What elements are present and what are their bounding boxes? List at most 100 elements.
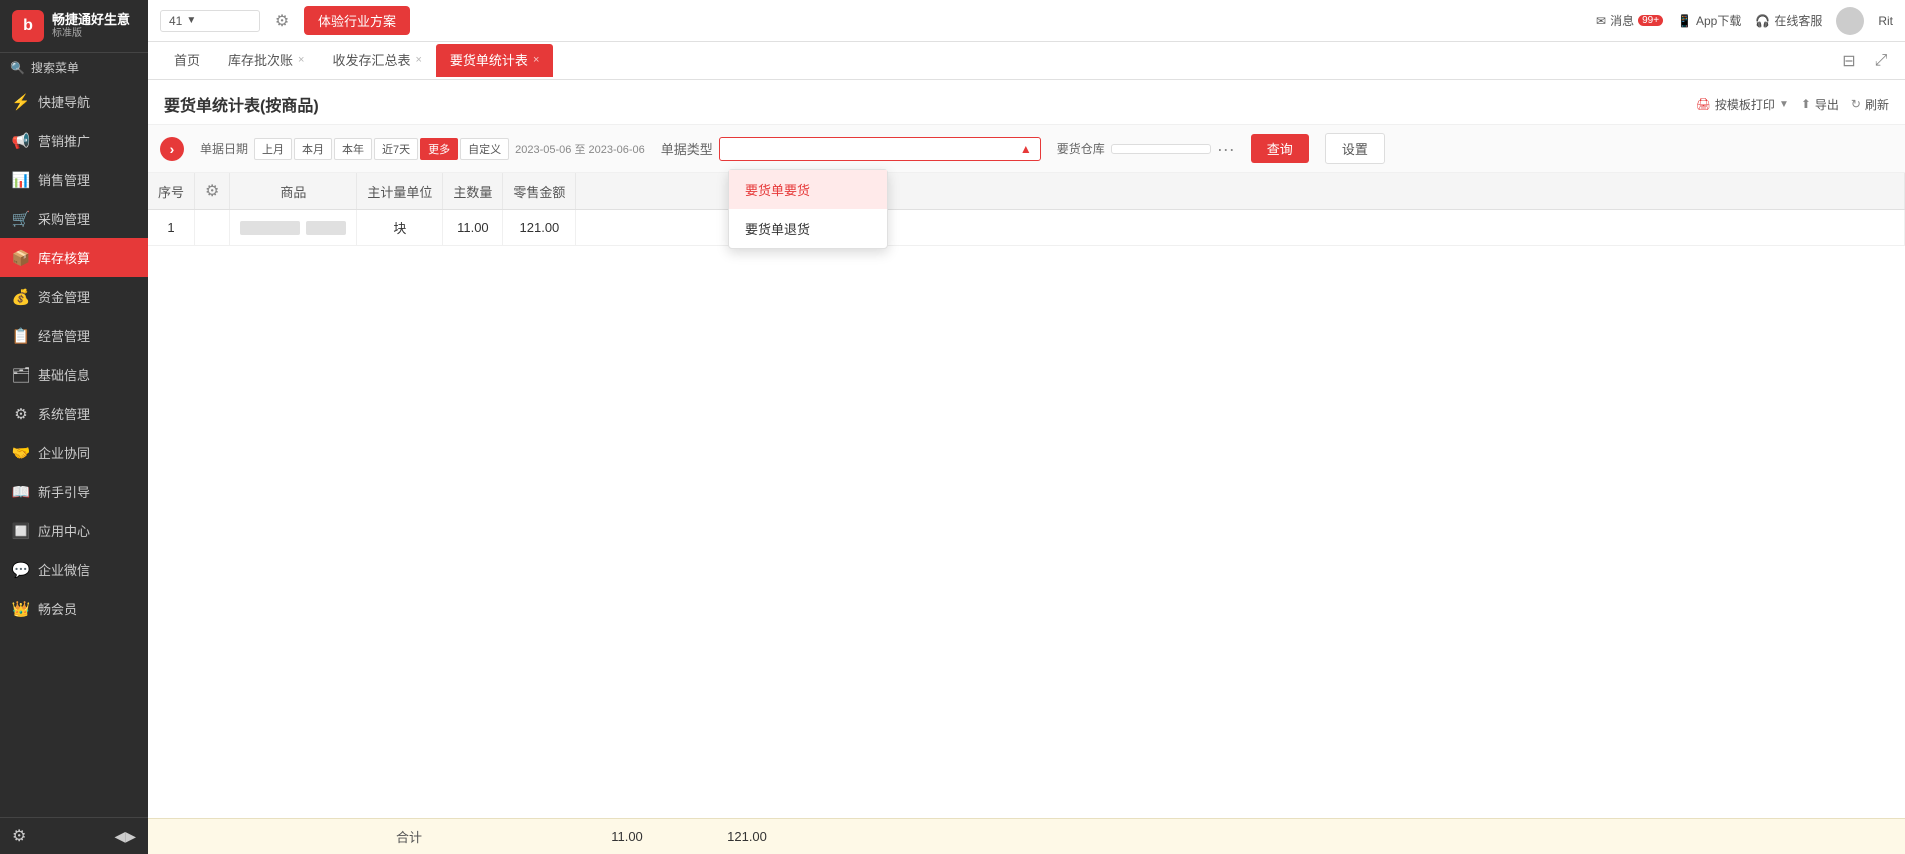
tab-order-stats[interactable]: 要货单统计表 ×: [436, 44, 553, 77]
dropdown-item-order-goods-label: 要货单要货: [745, 183, 810, 198]
more-filters-button[interactable]: ···: [1217, 140, 1235, 158]
cell-row-num: 1: [148, 210, 195, 246]
sidebar-item-label: 营销推广: [38, 131, 90, 150]
sidebar-item-quick-nav[interactable]: ⚡ 快捷导航: [0, 82, 148, 121]
template-print-button[interactable]: 🖨 按模板打印 ▼: [1696, 96, 1789, 113]
tab-receive-summary-close[interactable]: ×: [415, 54, 421, 66]
sidebar-item-operations[interactable]: 📋 经营管理: [0, 316, 148, 355]
sidebar-item-finance[interactable]: 💰 资金管理: [0, 277, 148, 316]
tabs-bar: 首页 库存批次账 × 收发存汇总表 × 要货单统计表 × ⊟ ⤢: [148, 42, 1905, 80]
page-header-actions: 🖨 按模板打印 ▼ ⬆ 导出 ↻ 刷新: [1696, 96, 1889, 113]
user-name-text: Rit: [1878, 14, 1893, 28]
topbar-right: ✉ 消息 99+ 📱 App下载 🎧 在线客服 Rit: [1596, 7, 1893, 35]
topbar-gear-button[interactable]: ⚙: [268, 7, 296, 35]
settings-button[interactable]: 设置: [1325, 133, 1385, 164]
enterprise-icon: 🤝: [12, 444, 30, 462]
message-icon: ✉: [1596, 14, 1606, 28]
app-center-icon: 🔲: [12, 522, 30, 540]
refresh-button[interactable]: ↻ 刷新: [1851, 96, 1889, 113]
sidebar-item-purchase[interactable]: 🛒 采购管理: [0, 199, 148, 238]
tab-inventory-batch[interactable]: 库存批次账 ×: [214, 44, 318, 77]
query-button[interactable]: 查询: [1251, 134, 1309, 163]
sidebar-item-guide[interactable]: 📖 新手引导: [0, 472, 148, 511]
date-btn-more[interactable]: 更多: [420, 138, 458, 160]
table-row: 1 块 11.00 121.00: [148, 210, 1905, 246]
quick-nav-icon: ⚡: [12, 93, 30, 111]
main-area: 41 ▼ ⚙ 体验行业方案 ✉ 消息 99+ 📱 App下载 🎧 在线客服 Ri…: [148, 0, 1905, 854]
tab-home[interactable]: 首页: [160, 44, 214, 77]
date-buttons: 上月 本月 本年 近7天 更多 自定义: [254, 138, 509, 160]
user-avatar[interactable]: [1836, 7, 1864, 35]
date-btn-up[interactable]: 上月: [254, 138, 292, 160]
filter-date-group: 单据日期 上月 本月 本年 近7天 更多 自定义 2023-05-06 至 20…: [200, 138, 645, 160]
dropdown-item-order-goods[interactable]: 要货单要货: [729, 170, 887, 209]
type-select-arrow: ▲: [1020, 142, 1032, 156]
sidebar-item-label: 企业协同: [38, 443, 90, 462]
sidebar-item-label: 资金管理: [38, 287, 90, 306]
messages-badge: 99+: [1638, 15, 1663, 26]
tab-inventory-batch-label: 库存批次账: [228, 50, 293, 69]
date-btn-custom[interactable]: 自定义: [460, 138, 509, 160]
sidebar-item-app-center[interactable]: 🔲 应用中心: [0, 511, 148, 550]
sidebar-item-member[interactable]: 👑 畅会员: [0, 589, 148, 628]
store-number: 41: [169, 14, 182, 28]
online-service-button[interactable]: 🎧 在线客服: [1755, 12, 1822, 29]
sidebar-item-label: 应用中心: [38, 521, 90, 540]
operations-icon: 📋: [12, 327, 30, 345]
tab-order-stats-close[interactable]: ×: [533, 54, 539, 66]
col-header-quantity: 主数量: [443, 173, 503, 210]
tabs-fullscreen-button[interactable]: ⤢: [1869, 49, 1893, 73]
page-header: 要货单统计表(按商品) 🖨 按模板打印 ▼ ⬆ 导出 ↻ 刷新: [148, 80, 1905, 124]
sidebar-settings-icon[interactable]: ⚙: [12, 826, 26, 846]
filter-expand-button[interactable]: ›: [160, 137, 184, 161]
sidebar: b 畅捷通好生意 标准版 🔍 搜索菜单 ⚡ 快捷导航 📢 营销推广 📊 销售管理…: [0, 0, 148, 854]
type-filter-label: 单据类型: [661, 139, 713, 158]
footer-total-label: 合计: [376, 827, 442, 846]
col-header-settings[interactable]: ⚙: [195, 173, 230, 210]
page-title: 要货单统计表(按商品): [164, 92, 319, 116]
sidebar-item-inventory[interactable]: 📦 库存核算: [0, 238, 148, 277]
messages-label: 消息: [1610, 12, 1634, 29]
sidebar-search[interactable]: 🔍 搜索菜单: [0, 53, 148, 82]
cell-settings: [195, 210, 230, 246]
sidebar-item-basic-info[interactable]: 🗂 基础信息: [0, 355, 148, 394]
sidebar-collapse-icon[interactable]: ◀▶: [114, 828, 136, 845]
col-header-row-num: 序号: [148, 173, 195, 210]
inventory-icon: 📦: [12, 249, 30, 267]
sidebar-logo: b 畅捷通好生意 标准版: [0, 0, 148, 53]
tab-receive-summary[interactable]: 收发存汇总表 ×: [318, 44, 435, 77]
tabs-expand-button[interactable]: ⊟: [1837, 49, 1861, 73]
date-btn-year[interactable]: 本年: [334, 138, 372, 160]
export-button[interactable]: ⬆ 导出: [1801, 96, 1839, 113]
trial-button[interactable]: 体验行业方案: [304, 6, 410, 35]
messages-button[interactable]: ✉ 消息 99+: [1596, 12, 1663, 29]
tab-receive-summary-label: 收发存汇总表: [332, 50, 410, 69]
date-btn-current[interactable]: 本月: [294, 138, 332, 160]
sidebar-item-system[interactable]: ⚙ 系统管理: [0, 394, 148, 433]
date-btn-week[interactable]: 近7天: [374, 138, 418, 160]
tab-order-stats-label: 要货单统计表: [450, 50, 528, 69]
app-download-button[interactable]: 📱 App下载: [1677, 12, 1741, 29]
refresh-icon: ↻: [1851, 97, 1861, 111]
topbar: 41 ▼ ⚙ 体验行业方案 ✉ 消息 99+ 📱 App下载 🎧 在线客服 Ri…: [148, 0, 1905, 42]
store-selector[interactable]: 41 ▼: [160, 10, 260, 32]
dropdown-item-order-return[interactable]: 要货单退货: [729, 209, 887, 248]
guide-icon: 📖: [12, 483, 30, 501]
type-select[interactable]: ▲: [719, 137, 1041, 161]
sidebar-item-label: 基础信息: [38, 365, 90, 384]
type-dropdown-menu: 要货单要货 要货单退货: [728, 169, 888, 249]
col-header-product: 商品: [230, 173, 357, 210]
sidebar-item-enterprise[interactable]: 🤝 企业协同: [0, 433, 148, 472]
tab-inventory-batch-close[interactable]: ×: [298, 54, 304, 66]
date-range-display: 2023-05-06 至 2023-06-06: [515, 141, 645, 157]
refresh-label: 刷新: [1865, 96, 1889, 113]
print-icon: 🖨: [1696, 97, 1711, 111]
sidebar-item-marketing[interactable]: 📢 营销推广: [0, 121, 148, 160]
brand-name: 畅捷通好生意: [52, 12, 130, 28]
print-dropdown-arrow: ▼: [1779, 99, 1789, 110]
cell-unit: 块: [357, 210, 443, 246]
sidebar-item-wechat[interactable]: 💬 企业微信: [0, 550, 148, 589]
sidebar-item-sales[interactable]: 📊 销售管理: [0, 160, 148, 199]
warehouse-select[interactable]: [1111, 144, 1211, 154]
table-header-row: 序号 ⚙ 商品 主计量单位 主数量 零售金额: [148, 173, 1905, 210]
